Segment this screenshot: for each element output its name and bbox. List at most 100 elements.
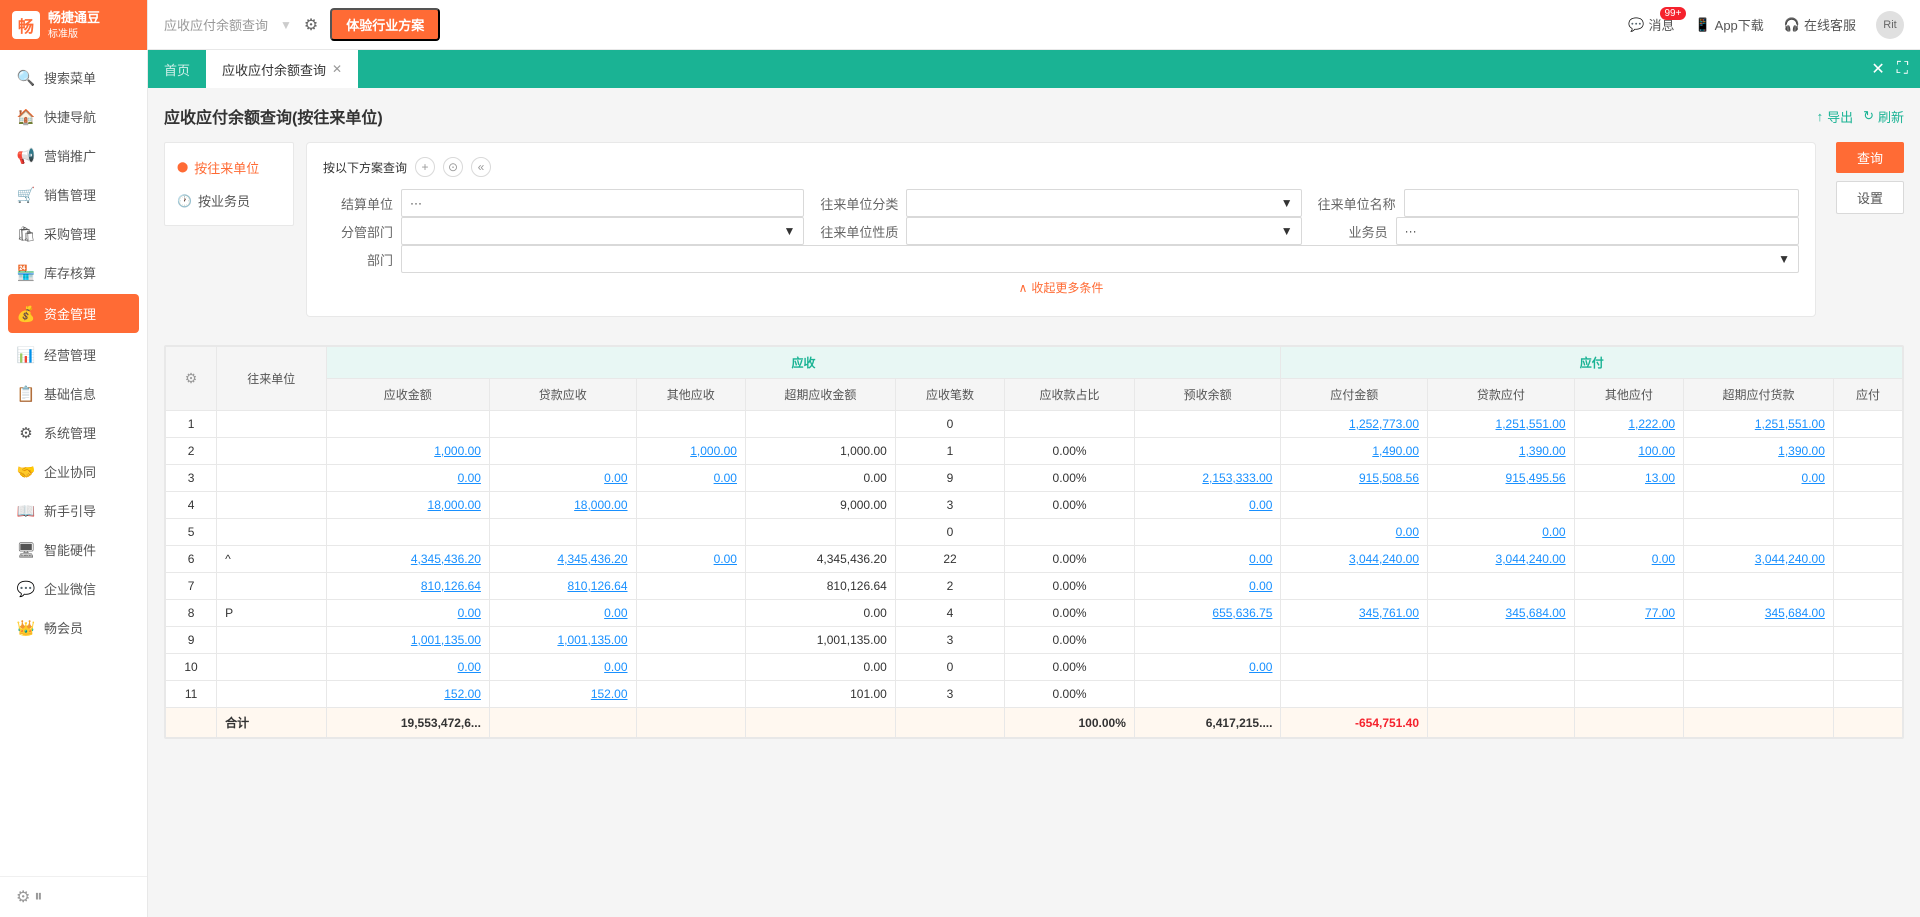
tabbar: 首页 应收应付余额查询 ✕ ✕ ⛶ — [148, 50, 1920, 88]
sidebar-logo: 畅 畅捷通豆 标准版 — [0, 0, 147, 50]
settings-bottom-button[interactable]: ⚙ — [16, 887, 30, 907]
query-button[interactable]: 查询 — [1836, 142, 1904, 173]
user-avatar[interactable]: Rit — [1876, 11, 1904, 39]
sales-icon: 🛒 — [16, 186, 36, 204]
sidebar-item-sales[interactable]: 🛒 销售管理 — [0, 175, 147, 214]
total-partner-cell: 合计 — [217, 708, 326, 738]
department-label: 部门 — [323, 250, 393, 269]
settlement-input[interactable]: ··· — [401, 189, 804, 217]
sidebar-item-operations[interactable]: 📊 经营管理 — [0, 335, 147, 374]
tab-home[interactable]: 首页 — [148, 50, 206, 88]
department-select[interactable]: ▼ — [401, 245, 1799, 273]
sidebar-menu: 🔍 搜索菜单 🏠 快捷导航 📢 营销推广 🛒 销售管理 🛍 采购管理 🏪 库存核… — [0, 50, 147, 876]
dropdown-arrow-icon: ▼ — [280, 18, 292, 32]
refresh-button[interactable]: ↻ 刷新 — [1863, 107, 1904, 126]
filter-row-3: 部门 ▼ — [323, 245, 1799, 273]
col-recv-other: 其他应收 — [636, 379, 745, 411]
sidebar-item-label: 搜索菜单 — [44, 68, 96, 87]
active-indicator: ⬤ — [177, 162, 188, 173]
filter-settings-button[interactable]: ⊙ — [443, 157, 463, 177]
purchase-icon: 🛍 — [16, 225, 36, 243]
sidebar-item-inventory[interactable]: 🏪 库存核算 — [0, 253, 147, 292]
table-scroll[interactable]: ⚙ 往来单位 应收 应付 应收金额 贷款应收 其他应收 超期应收金额 应收笔数 — [165, 346, 1903, 738]
clock-icon: 🕐 — [177, 194, 192, 208]
tab-close-icon[interactable]: ✕ — [332, 62, 342, 76]
gear-icon[interactable]: ⚙ — [304, 15, 318, 35]
table-row: 7810,126.64810,126.64810,126.6420.00%0.0… — [166, 573, 1903, 600]
table-row: 21,000.001,000.001,000.0010.00%1,490.001… — [166, 438, 1903, 465]
sidebar-item-system[interactable]: ⚙ 系统管理 — [0, 413, 147, 452]
table-settings-icon[interactable]: ⚙ — [185, 370, 198, 386]
close-window-button[interactable]: ✕ — [1871, 59, 1884, 79]
export-icon: ↑ — [1817, 109, 1824, 124]
filter-group-salesperson: 业务员 ··· — [1318, 217, 1799, 245]
partner-cat-label: 往来单位分类 — [820, 194, 898, 213]
filter-group-partner-cat: 往来单位分类 ▼ — [820, 189, 1301, 217]
sidebar-item-guide[interactable]: 📖 新手引导 — [0, 491, 147, 530]
sidebar-item-label: 快捷导航 — [44, 107, 96, 126]
sidebar-item-label: 新手引导 — [44, 501, 96, 520]
table-row: 6^4,345,436.204,345,436.200.004,345,436.… — [166, 546, 1903, 573]
partner-nature-select[interactable]: ▼ — [906, 217, 1301, 245]
finance-icon: 💰 — [16, 305, 36, 323]
settings-button[interactable]: 设置 — [1836, 181, 1904, 214]
filter-collapse-small[interactable]: « — [471, 157, 491, 177]
collapse-button[interactable]: ⏸ — [34, 887, 42, 907]
sidebar-item-collab[interactable]: 🤝 企业协同 — [0, 452, 147, 491]
partner-cat-select[interactable]: ▼ — [906, 189, 1301, 217]
tab-home-label: 首页 — [164, 60, 190, 79]
sidebar-item-label: 销售管理 — [44, 185, 96, 204]
partner-name-input[interactable] — [1404, 189, 1799, 217]
service-icon: 🎧 — [1784, 17, 1800, 33]
sidebar-item-finance[interactable]: 💰 资金管理 — [8, 294, 139, 333]
sidebar-item-label: 营销推广 — [44, 146, 96, 165]
sidebar-item-label: 畅会员 — [44, 618, 83, 637]
page-header: 应收应付余额查询(按往来单位) ↑ 导出 ↻ 刷新 — [164, 104, 1904, 128]
promo-button[interactable]: 体验行业方案 — [330, 8, 440, 41]
export-button[interactable]: ↑ 导出 — [1817, 107, 1854, 126]
tab-query[interactable]: 应收应付余额查询 ✕ — [206, 50, 358, 88]
search-icon: 🔍 — [16, 69, 36, 87]
basic-icon: 📋 — [16, 385, 36, 403]
col-pay-overdue: 超期应付货款 — [1684, 379, 1834, 411]
sidebar-item-hardware[interactable]: 🖥 智能硬件 — [0, 530, 147, 569]
sidebar-item-basic[interactable]: 📋 基础信息 — [0, 374, 147, 413]
col-pay-amount: 应付金额 — [1281, 379, 1428, 411]
filter-add-button[interactable]: + — [415, 157, 435, 177]
refresh-icon: ↻ — [1863, 108, 1874, 124]
online-service-button[interactable]: 🎧 在线客服 — [1784, 15, 1856, 34]
service-label: 在线客服 — [1804, 15, 1856, 34]
app-icon: 📱 — [1694, 17, 1710, 33]
filter-group-dept: 分管部门 ▼ — [323, 217, 804, 245]
sidebar-item-wechat[interactable]: 💬 企业微信 — [0, 569, 147, 608]
sidebar-item-label: 资金管理 — [44, 304, 96, 323]
nav-item-partner[interactable]: ⬤ 按往来单位 — [165, 151, 293, 184]
maximize-button[interactable]: ⛶ — [1897, 60, 1908, 78]
sidebar-item-member[interactable]: 👑 畅会员 — [0, 608, 147, 647]
sidebar-item-label: 企业微信 — [44, 579, 96, 598]
nav-item-salesperson[interactable]: 🕐 按业务员 — [165, 184, 293, 217]
messages-button[interactable]: 💬 消息 99+ — [1628, 15, 1674, 34]
managing-dept-select[interactable]: ▼ — [401, 217, 804, 245]
table-row: 11152.00152.00101.0030.00% — [166, 681, 1903, 708]
total-row: 合计 19,553,472,6... 100.00% 6,417,215....… — [166, 708, 1903, 738]
logo-icon: 畅 — [12, 11, 40, 39]
col-recv-amount: 应收金额 — [326, 379, 489, 411]
sidebar-item-search[interactable]: 🔍 搜索菜单 — [0, 58, 147, 97]
col-pay-other: 其他应付 — [1574, 379, 1683, 411]
sidebar-item-purchase[interactable]: 🛍 采购管理 — [0, 214, 147, 253]
main-content: 应收应付余额查询(按往来单位) ↑ 导出 ↻ 刷新 ⬤ 按往来单位 — [148, 88, 1920, 917]
page-actions: ↑ 导出 ↻ 刷新 — [1817, 107, 1904, 126]
sidebar-item-quick[interactable]: 🏠 快捷导航 — [0, 97, 147, 136]
app-download-button[interactable]: 📱 App下载 — [1694, 15, 1763, 34]
table-row: 91,001,135.001,001,135.001,001,135.0030.… — [166, 627, 1903, 654]
filter-collapse-button[interactable]: ∧ 收起更多条件 — [323, 273, 1799, 302]
table-row: 100.000.000.0000.00%0.00 — [166, 654, 1903, 681]
collapse-icon: ∧ — [1019, 281, 1028, 295]
salesperson-input[interactable]: ··· — [1396, 217, 1799, 245]
col-settings-header: ⚙ — [166, 347, 217, 411]
table-row: 8P0.000.000.0040.00%655,636.75345,761.00… — [166, 600, 1903, 627]
filter-header: 按以下方案查询 + ⊙ « — [323, 157, 1799, 177]
col-recv-overdue: 超期应收金额 — [745, 379, 895, 411]
sidebar-item-marketing[interactable]: 📢 营销推广 — [0, 136, 147, 175]
